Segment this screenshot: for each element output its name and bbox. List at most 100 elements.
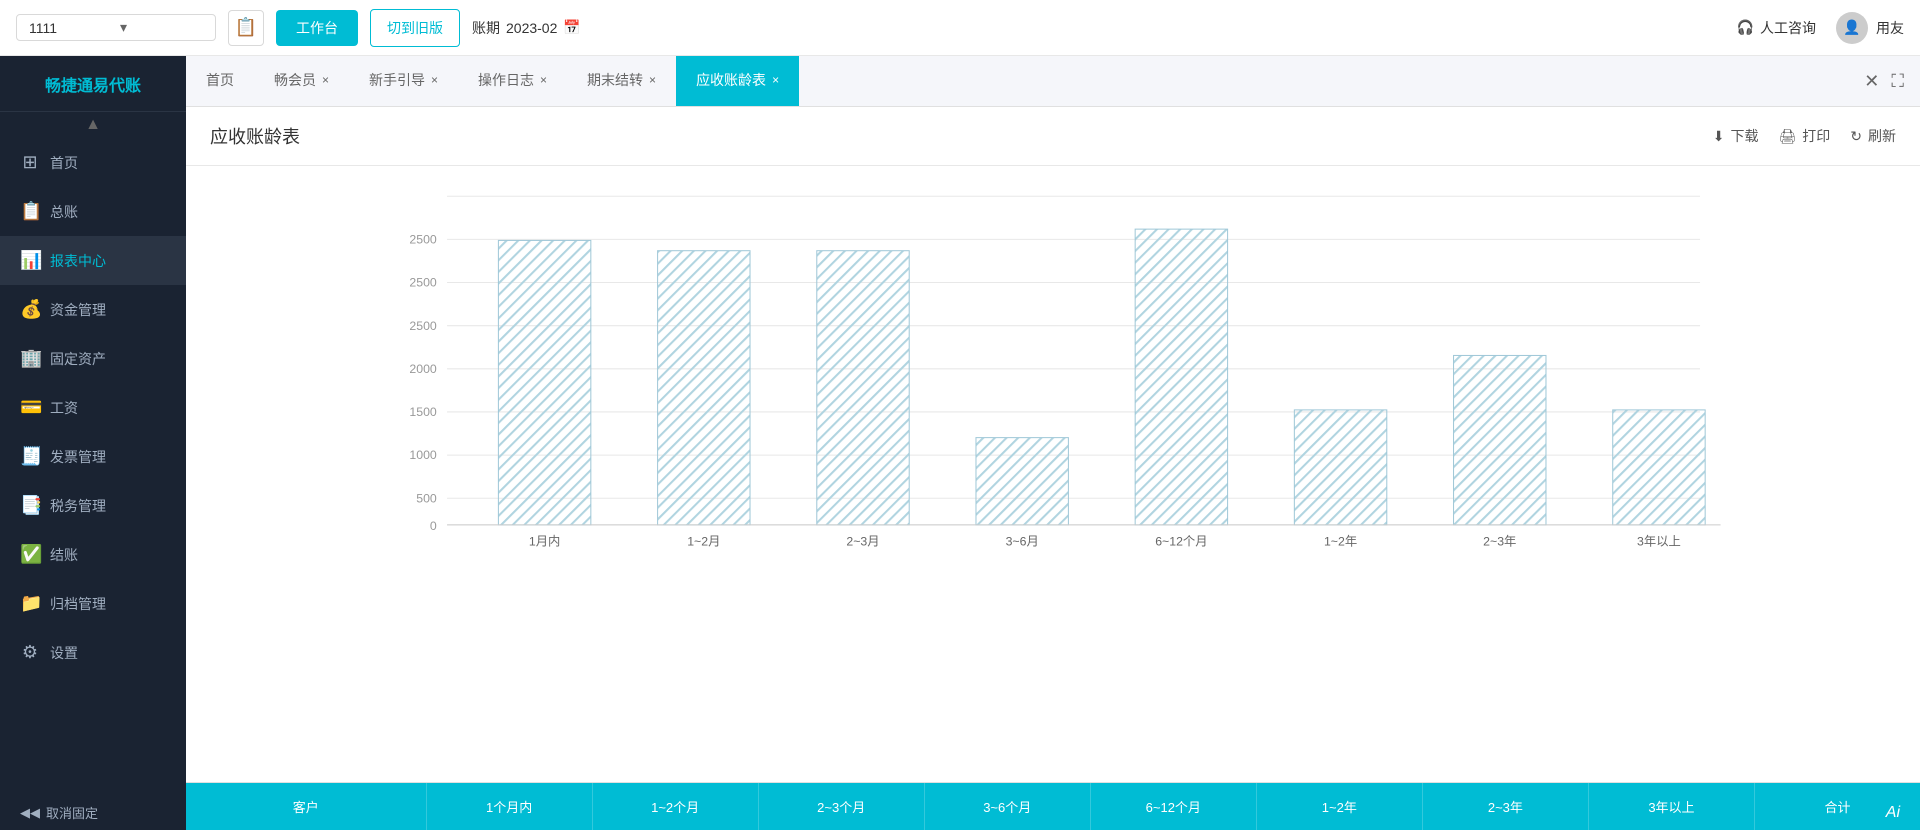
salary-icon: 💳 [20,397,40,418]
archive-icon: 📁 [20,593,40,614]
content-area: 首页 畅会员 × 新手引导 × 操作日志 × 期末结转 × 应收账龄表 × [186,56,1920,830]
ai-label: Ai [1886,804,1900,821]
switch-version-button[interactable]: 切到旧版 [370,9,460,47]
svg-text:1500: 1500 [409,405,437,419]
tab-member-label: 畅会员 [274,70,316,90]
tab-guide[interactable]: 新手引导 × [349,56,458,106]
bar-2~3月 [817,251,909,525]
svg-text:2500: 2500 [409,276,437,290]
calendar-button[interactable]: 📋 [228,10,264,46]
svg-text:2000: 2000 [409,362,437,376]
headset-icon: 🎧 [1737,19,1754,36]
table-col-1-2year: 1~2年 [1257,783,1423,830]
tab-oplog[interactable]: 操作日志 × [458,56,567,106]
sidebar-label-checkout: 结账 [50,545,78,565]
workbench-button[interactable]: 工作台 [276,10,358,46]
tab-period-end-close[interactable]: × [649,73,656,87]
tab-aging[interactable]: 应收账龄表 × [676,56,799,106]
tab-guide-label: 新手引导 [369,70,425,90]
refresh-button[interactable]: ↻ 刷新 [1850,126,1896,146]
bar-3年以上 [1613,410,1705,525]
page-title: 应收账龄表 [210,123,300,149]
svg-text:6~12个月: 6~12个月 [1155,534,1207,548]
refresh-icon: ↻ [1850,128,1862,145]
sidebar-scroll: ▲ ⊞ 首页 📋 总账 📊 报表中心 💰 资金管理 🏢 固定资产 [0,112,186,795]
sidebar-item-invoice[interactable]: 🧾 发票管理 [0,432,186,481]
bar-chart: 0 500 1000 1500 2000 2500 2500 2500 [206,186,1900,566]
avatar: 👤 [1836,12,1868,44]
download-icon: ⬇ [1713,128,1725,145]
calendar-icon: 📋 [235,17,257,38]
sidebar-item-funds[interactable]: 💰 资金管理 [0,285,186,334]
user-info[interactable]: 👤 用友 [1836,12,1904,44]
table-col-2-3year: 2~3年 [1423,783,1589,830]
table-col-3year-plus: 3年以上 [1589,783,1755,830]
tabs-bar: 首页 畅会员 × 新手引导 × 操作日志 × 期末结转 × 应收账龄表 × [186,56,1920,107]
sidebar-label-ledger: 总账 [50,202,78,222]
bar-3~6月 [976,438,1068,525]
svg-text:1000: 1000 [409,448,437,462]
sidebar-item-checkout[interactable]: ✅ 结账 [0,530,186,579]
table-header: 客户 1个月内 1~2个月 2~3个月 3~6个月 6~12个月 1~2年 2~… [186,782,1920,830]
bar-1~2年 [1294,410,1386,525]
table-col-customer: 客户 [186,783,427,830]
ledger-icon: 📋 [20,201,40,222]
sidebar-item-archive[interactable]: 📁 归档管理 [0,579,186,628]
bar-2~3年 [1454,355,1546,524]
period-calendar-icon[interactable]: 📅 [563,19,580,36]
table-col-3-6month: 3~6个月 [925,783,1091,830]
sidebar-label-salary: 工资 [50,398,78,418]
tab-member-close[interactable]: × [322,73,329,87]
company-name: 1111 [29,20,112,36]
sidebar-label-reports: 报表中心 [50,251,106,271]
tax-icon: 📑 [20,495,40,516]
tab-oplog-label: 操作日志 [478,70,534,90]
tab-aging-close[interactable]: × [772,73,779,87]
period-label: 账期 [472,18,500,38]
chevron-down-icon: ▾ [120,19,203,36]
sidebar-item-assets[interactable]: 🏢 固定资产 [0,334,186,383]
bar-6~12个月 [1135,229,1227,525]
download-button[interactable]: ⬇ 下载 [1713,126,1759,146]
main-layout: 畅捷通易代账 ▲ ⊞ 首页 📋 总账 📊 报表中心 💰 资金管理 🏢 固定 [0,56,1920,830]
avatar-icon: 👤 [1843,19,1860,36]
top-header: 1111 ▾ 📋 工作台 切到旧版 账期 2023-02 📅 🎧 人工咨询 👤 … [0,0,1920,56]
svg-text:2~3月: 2~3月 [846,534,879,548]
sidebar: 畅捷通易代账 ▲ ⊞ 首页 📋 总账 📊 报表中心 💰 资金管理 🏢 固定 [0,56,186,830]
consult-button[interactable]: 🎧 人工咨询 [1737,18,1816,38]
tab-oplog-close[interactable]: × [540,73,547,87]
tab-member[interactable]: 畅会员 × [254,56,349,106]
svg-text:1月内: 1月内 [529,534,560,548]
sidebar-label-settings: 设置 [50,643,78,663]
svg-text:3年以上: 3年以上 [1637,534,1681,548]
consult-label: 人工咨询 [1760,18,1816,38]
close-all-tabs-button[interactable]: ✕ [1864,71,1879,92]
checkout-icon: ✅ [20,544,40,565]
table-col-1-2month: 1~2个月 [593,783,759,830]
ai-badge[interactable]: Ai [1866,796,1920,830]
cancel-fixed-button[interactable]: ◀◀ 取消固定 [0,795,186,830]
chart-container: 0 500 1000 1500 2000 2500 2500 2500 [186,166,1920,782]
print-label: 打印 [1802,126,1830,146]
tab-home[interactable]: 首页 [186,56,254,106]
sidebar-item-home[interactable]: ⊞ 首页 [0,138,186,187]
sidebar-item-tax[interactable]: 📑 税务管理 [0,481,186,530]
period-info: 账期 2023-02 📅 [472,18,581,38]
tab-aging-label: 应收账龄表 [696,70,766,90]
sidebar-item-reports[interactable]: 📊 报表中心 [0,236,186,285]
print-button[interactable]: 🖨 打印 [1778,126,1830,146]
sidebar-item-settings[interactable]: ⚙ 设置 [0,628,186,677]
tab-guide-close[interactable]: × [431,73,438,87]
tab-period-end[interactable]: 期末结转 × [567,56,676,106]
invoice-icon: 🧾 [20,446,40,467]
cancel-fixed-label: 取消固定 [46,803,98,822]
tab-actions: ✕ ⛶ [1848,71,1920,92]
svg-text:1~2年: 1~2年 [1324,534,1357,548]
company-selector[interactable]: 1111 ▾ [16,14,216,41]
sidebar-item-ledger[interactable]: 📋 总账 [0,187,186,236]
expand-button[interactable]: ⛶ [1891,71,1904,92]
sidebar-item-salary[interactable]: 💳 工资 [0,383,186,432]
home-icon: ⊞ [20,152,40,173]
bar-1~2月 [658,251,750,525]
table-col-6-12month: 6~12个月 [1091,783,1257,830]
